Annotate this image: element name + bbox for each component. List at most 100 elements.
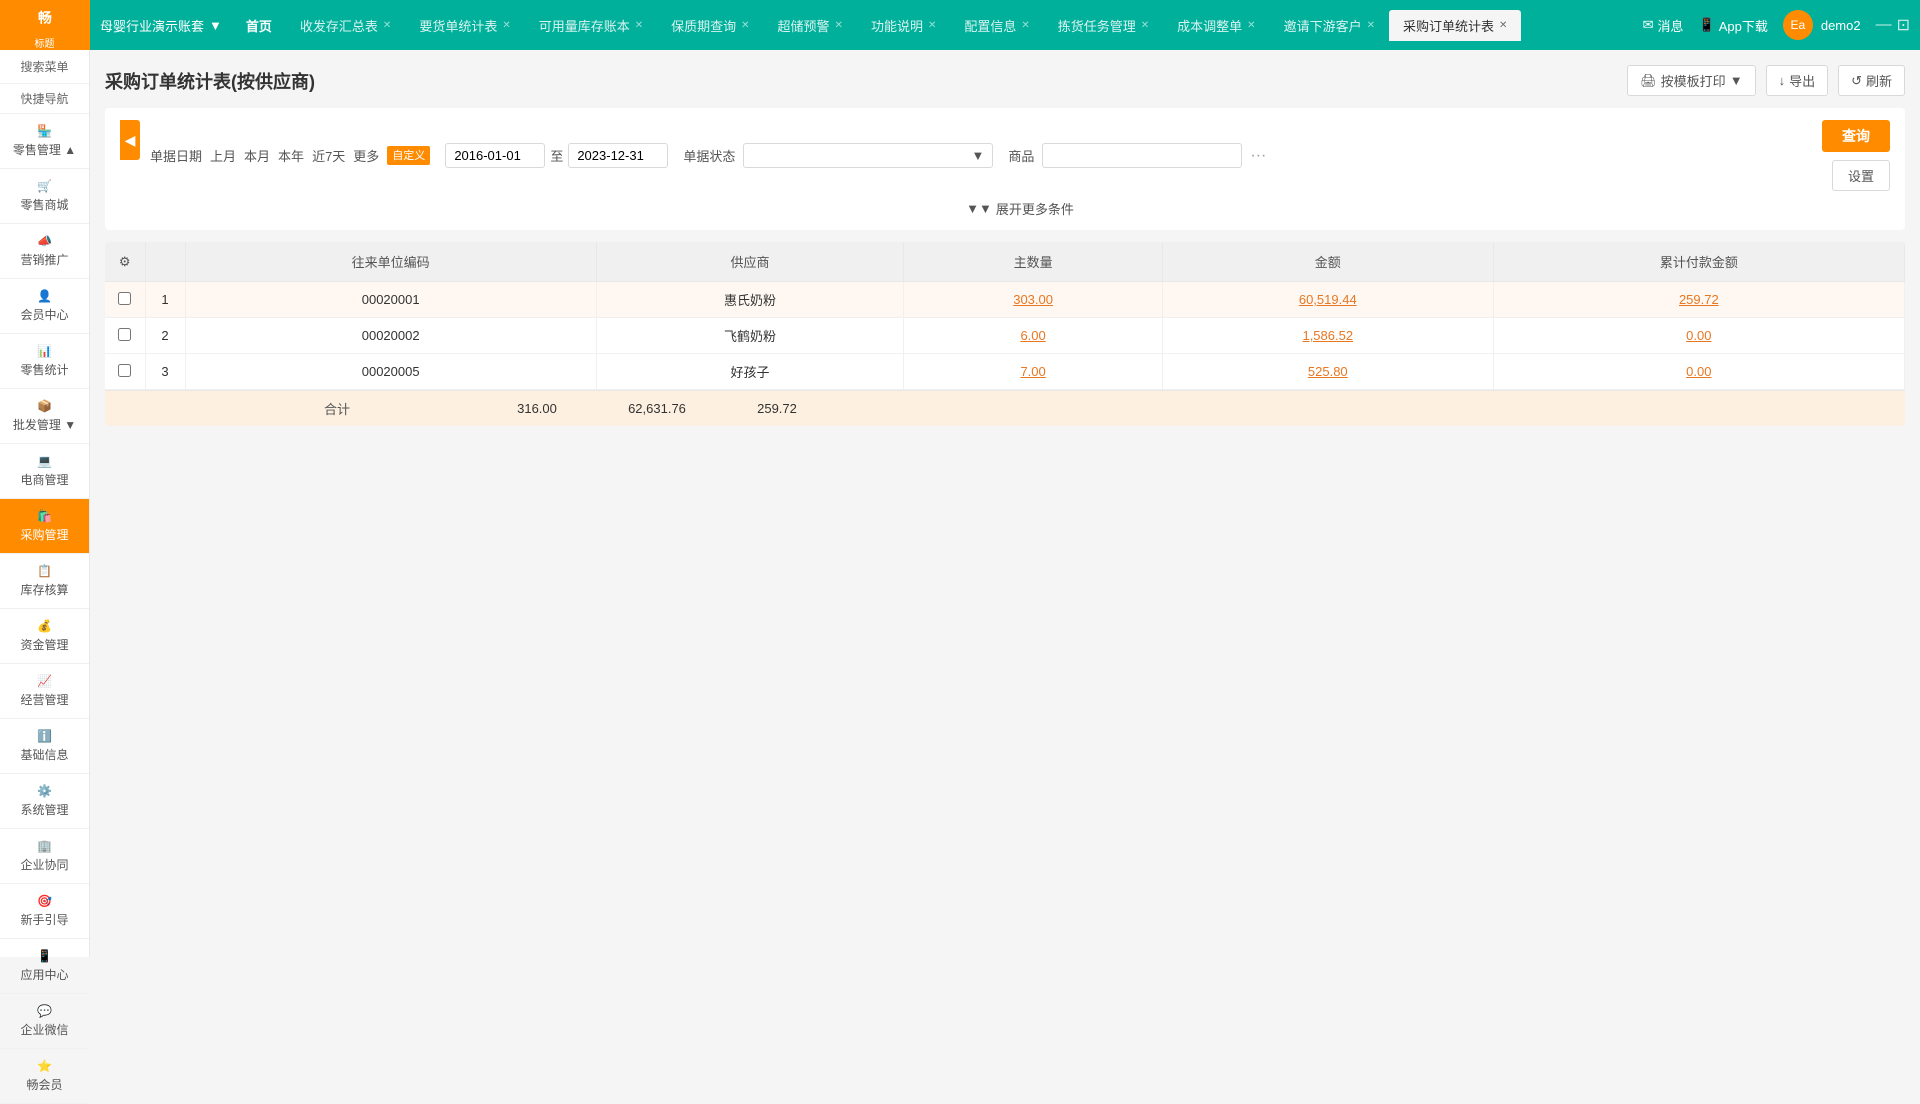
col-main-qty-header: 主数量: [904, 242, 1163, 282]
sidebar-item-enterprise-wechat-label: 企业微信: [20, 1021, 68, 1038]
tab-function-desc[interactable]: 功能说明 ✕: [857, 10, 950, 41]
shortcut-this-year[interactable]: 本年: [278, 146, 304, 165]
tab-cost-adjust[interactable]: 成本调整单 ✕: [1163, 10, 1269, 41]
toggle-filter-button[interactable]: ◀: [120, 120, 140, 160]
sidebar-item-newbie[interactable]: 🎯 新手引导: [0, 884, 89, 939]
sidebar-item-inventory[interactable]: 📋 库存核算: [0, 554, 89, 609]
status-select-value: [752, 148, 756, 163]
close-icon[interactable]: ✕: [928, 20, 936, 31]
row-checkbox[interactable]: [118, 328, 131, 341]
col-paid-amount-cell[interactable]: 259.72: [1493, 282, 1904, 318]
tab-overstock[interactable]: 超储预警 ✕: [764, 10, 857, 41]
print-button[interactable]: 🖨 按模板打印 ▼: [1627, 65, 1755, 96]
close-icon[interactable]: ✕: [835, 20, 843, 31]
sidebar-item-app-center[interactable]: 📱 应用中心: [0, 939, 89, 994]
table-row[interactable]: 1 00020001 惠氏奶粉 303.00 60,519.44 259.72: [105, 282, 1905, 318]
col-amount-cell[interactable]: 525.80: [1162, 354, 1493, 390]
status-select[interactable]: ▼: [743, 143, 993, 168]
sidebar-item-wholesale[interactable]: 📦 批发管理 ▼: [0, 389, 89, 444]
close-icon[interactable]: ✕: [1141, 20, 1149, 31]
goods-more-button[interactable]: ···: [1250, 147, 1266, 165]
table-row[interactable]: 2 00020002 飞鹤奶粉 6.00 1,586.52 0.00: [105, 318, 1905, 354]
sidebar-item-retail-manage[interactable]: 🏪 零售管理 ▲: [0, 114, 89, 169]
sidebar-item-operation[interactable]: 📈 经营管理: [0, 664, 89, 719]
close-icon[interactable]: ✕: [502, 20, 510, 31]
close-icon[interactable]: ✕: [741, 20, 749, 31]
logo-icon: 畅: [26, 0, 64, 33]
sidebar-item-purchase[interactable]: 🛍️ 采购管理: [0, 499, 89, 554]
sidebar-search[interactable]: 搜索菜单: [0, 50, 89, 84]
tab-inventory-account[interactable]: 可用量库存账本 ✕: [525, 10, 657, 41]
sidebar-item-marketing[interactable]: 📣 营销推广: [0, 224, 89, 279]
sidebar-item-finance[interactable]: 💰 资金管理: [0, 609, 89, 664]
col-paid-amount-cell[interactable]: 0.00: [1493, 354, 1904, 390]
sidebar-shortcut[interactable]: 快捷导航: [0, 84, 89, 114]
retail-shop-icon: 🛒: [37, 179, 52, 193]
sidebar-item-system[interactable]: ⚙️ 系统管理: [0, 774, 89, 829]
col-paid-amount-cell[interactable]: 0.00: [1493, 318, 1904, 354]
col-supplier-name-cell: 飞鹤奶粉: [596, 318, 904, 354]
shortcut-last-month[interactable]: 上月: [210, 146, 236, 165]
footer-paid-amount: 259.72: [717, 401, 837, 416]
col-amount-cell[interactable]: 60,519.44: [1162, 282, 1493, 318]
date-label: 单据日期: [150, 146, 202, 165]
tab-purchase-order-stats[interactable]: 采购订单统计表 ✕: [1389, 10, 1521, 41]
message-btn[interactable]: ✉ 消息: [1643, 16, 1684, 35]
maximize-button[interactable]: ⊡: [1897, 15, 1910, 35]
topbar-right: ✉ 消息 📱 App下载 Ea demo2 — ⊡: [1643, 10, 1910, 40]
row-checkbox[interactable]: [118, 292, 131, 305]
sidebar-item-enterprise-wechat[interactable]: 💬 企业微信: [0, 994, 89, 1049]
close-icon[interactable]: ✕: [383, 20, 391, 31]
close-icon[interactable]: ✕: [1021, 20, 1029, 31]
workspace-selector[interactable]: 母婴行业演示账套 ▼: [100, 16, 222, 35]
col-rownum-cell: 2: [145, 318, 185, 354]
sidebar-item-ecommerce[interactable]: 💻 电商管理: [0, 444, 89, 499]
col-main-qty-cell[interactable]: 303.00: [904, 282, 1163, 318]
tab-purchase-stats[interactable]: 要货单统计表 ✕: [405, 10, 524, 41]
user-area[interactable]: Ea demo2: [1783, 10, 1861, 40]
query-button[interactable]: 查询: [1822, 120, 1890, 152]
tab-invite-downstream[interactable]: 邀请下游客户 ✕: [1270, 10, 1389, 41]
settings-button[interactable]: 设置: [1832, 160, 1890, 191]
sidebar-item-retail-stats[interactable]: 📊 零售统计: [0, 334, 89, 389]
tab-pick-task[interactable]: 拣货任务管理 ✕: [1044, 10, 1163, 41]
col-amount-cell[interactable]: 1,586.52: [1162, 318, 1493, 354]
close-icon[interactable]: ✕: [635, 20, 643, 31]
app-download-btn[interactable]: 📱 App下载: [1699, 16, 1768, 35]
svg-text:畅: 畅: [38, 10, 52, 26]
ecommerce-icon: 💻: [37, 454, 52, 468]
date-from-input[interactable]: [445, 143, 545, 168]
vip-icon: ⭐: [37, 1059, 52, 1073]
tab-expiry-query[interactable]: 保质期查询 ✕: [657, 10, 763, 41]
sidebar-item-member[interactable]: 👤 会员中心: [0, 279, 89, 334]
row-checkbox[interactable]: [118, 364, 131, 377]
col-main-qty-cell[interactable]: 7.00: [904, 354, 1163, 390]
minimize-button[interactable]: —: [1876, 16, 1892, 34]
logo: 畅 标题: [0, 0, 90, 50]
shortcut-7days[interactable]: 近7天: [312, 146, 345, 165]
sidebar-item-vip[interactable]: ⭐ 畅会员: [0, 1049, 89, 1104]
goods-input[interactable]: [1042, 143, 1242, 168]
close-icon[interactable]: ✕: [1499, 20, 1507, 31]
date-filter: 单据日期 上月 本月 本年 近7天 更多 自定义: [150, 146, 430, 165]
tab-receive-send[interactable]: 收发存汇总表 ✕: [286, 10, 405, 41]
sidebar-item-enterprise[interactable]: 🏢 企业协同: [0, 829, 89, 884]
purchase-icon: 🛍️: [37, 509, 52, 523]
tab-config-info[interactable]: 配置信息 ✕: [950, 10, 1043, 41]
export-button[interactable]: ↓ 导出: [1766, 65, 1829, 96]
download-icon: 📱: [1699, 17, 1715, 33]
tab-home[interactable]: 首页: [232, 10, 286, 41]
sidebar-item-retail-shop[interactable]: 🛒 零售商城: [0, 169, 89, 224]
shortcut-this-month[interactable]: 本月: [244, 146, 270, 165]
shortcut-more[interactable]: 更多: [353, 146, 379, 165]
sidebar-item-basic-info[interactable]: ℹ️ 基础信息: [0, 719, 89, 774]
close-icon[interactable]: ✕: [1247, 20, 1255, 31]
refresh-button[interactable]: ↺ 刷新: [1838, 65, 1905, 96]
settings-icon[interactable]: ⚙: [119, 254, 131, 269]
date-to-input[interactable]: [568, 143, 668, 168]
expand-button[interactable]: ▼▼ 展开更多条件: [966, 199, 1074, 218]
col-main-qty-cell[interactable]: 6.00: [904, 318, 1163, 354]
close-icon[interactable]: ✕: [1367, 20, 1375, 31]
sidebar-item-retail-stats-label: 零售统计: [20, 361, 68, 378]
table-row[interactable]: 3 00020005 好孩子 7.00 525.80 0.00: [105, 354, 1905, 390]
